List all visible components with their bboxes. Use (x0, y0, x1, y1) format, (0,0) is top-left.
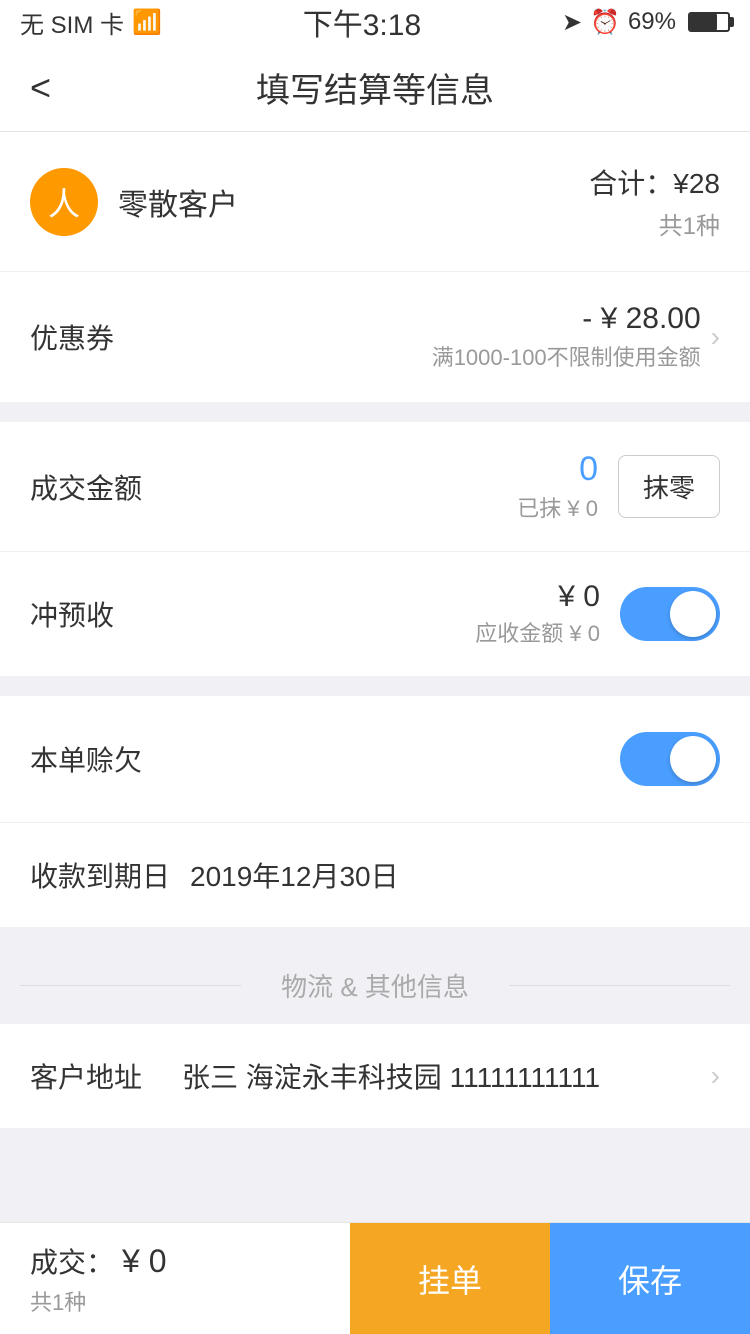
duedate-row: 收款到期日 2019年12月30日 (0, 822, 750, 927)
debt-card: 本单赊欠 收款到期日 2019年12月30日 (0, 696, 750, 927)
divider-line-left (20, 985, 241, 986)
customer-count: 共1种 (589, 206, 720, 241)
prepayment-label: 冲预收 (30, 594, 114, 634)
content: 人 零散客户 合计：¥28 共1种 优惠券 - ¥ 28.00 满1000-10… (0, 132, 750, 1268)
chevron-right-icon: › (711, 321, 720, 353)
prepayment-values: ¥ 0 应收金额 ¥ 0 (475, 580, 600, 648)
alarm-icon: ⏰ (590, 8, 620, 37)
customer-total: 合计：¥28 (589, 162, 720, 202)
battery-percent: 69% (628, 8, 676, 36)
customer-avatar: 人 (30, 168, 98, 236)
prepayment-sub: 应收金额 ¥ 0 (475, 616, 600, 648)
transaction-sub: 已抹 ¥ 0 (517, 491, 598, 523)
customer-row: 人 零散客户 合计：¥28 共1种 (0, 132, 750, 271)
status-bar: 无 SIM 卡 📶 下午3:18 ➤ ⏰ 69% (0, 0, 750, 44)
status-left: 无 SIM 卡 📶 (20, 5, 162, 40)
bottom-count: 共1种 (30, 1285, 320, 1317)
battery-icon (688, 12, 730, 32)
coupon-row[interactable]: 优惠券 - ¥ 28.00 满1000-100不限制使用金额 › (0, 271, 750, 402)
transaction-amount-row: 成交金额 0 已抹 ¥ 0 抹零 (0, 422, 750, 552)
transaction-label: 成交金额 (30, 467, 170, 507)
coupon-right: - ¥ 28.00 满1000-100不限制使用金额 › (432, 302, 720, 372)
transaction-card: 成交金额 0 已抹 ¥ 0 抹零 冲预收 ¥ 0 应收金额 ¥ 0 (0, 422, 750, 676)
debt-toggle[interactable] (620, 732, 720, 786)
address-row[interactable]: 客户地址 张三 海淀永丰科技园 11111111111 › (0, 1024, 750, 1128)
nav-bar: < 填写结算等信息 (0, 44, 750, 132)
address-card[interactable]: 客户地址 张三 海淀永丰科技园 11111111111 › (0, 1024, 750, 1128)
prepayment-toggle[interactable] (620, 587, 720, 641)
wifi-icon: 📶 (132, 8, 162, 37)
customer-left: 人 零散客户 (30, 168, 238, 236)
location-icon: ➤ (562, 8, 582, 37)
bottom-info: 成交： ¥ 0 共1种 (0, 1241, 350, 1317)
address-value: 张三 海淀永丰科技园 11111111111 (182, 1056, 671, 1096)
status-right: ➤ ⏰ 69% (562, 8, 730, 37)
bottom-bar: 成交： ¥ 0 共1种 挂单 保存 (0, 1222, 750, 1334)
logistics-label: 物流 & 其他信息 (281, 967, 469, 1004)
customer-right: 合计：¥28 共1种 (589, 162, 720, 241)
transaction-value: 0 (517, 450, 598, 489)
transaction-value-col: 0 已抹 ¥ 0 (517, 450, 598, 523)
coupon-label: 优惠券 (30, 317, 114, 357)
divider-line-right (509, 985, 730, 986)
pending-button[interactable]: 挂单 (350, 1223, 550, 1334)
deal-label: 成交： (30, 1241, 114, 1281)
address-chevron-icon: › (711, 1060, 720, 1092)
logistics-divider: 物流 & 其他信息 (0, 947, 750, 1024)
address-label: 客户地址 (30, 1056, 142, 1096)
round-zero-button[interactable]: 抹零 (618, 455, 720, 518)
toggle-knob (670, 591, 716, 637)
customer-card: 人 零散客户 合计：¥28 共1种 优惠券 - ¥ 28.00 满1000-10… (0, 132, 750, 402)
carrier-label: 无 SIM 卡 (20, 5, 124, 40)
duedate-value: 2019年12月30日 (190, 855, 399, 895)
prepayment-right: ¥ 0 应收金额 ¥ 0 (475, 580, 720, 648)
status-time: 下午3:18 (303, 0, 421, 44)
coupon-amount: - ¥ 28.00 (432, 302, 701, 336)
transaction-right: 0 已抹 ¥ 0 抹零 (517, 450, 720, 523)
duedate-label: 收款到期日 (30, 855, 170, 895)
coupon-desc: 满1000-100不限制使用金额 (432, 340, 701, 372)
prepayment-main: ¥ 0 (475, 580, 600, 614)
customer-name: 零散客户 (118, 180, 238, 224)
deal-amount: ¥ 0 (122, 1243, 166, 1280)
avatar-icon: 人 (48, 179, 80, 225)
save-button[interactable]: 保存 (550, 1223, 750, 1334)
bottom-deal: 成交： ¥ 0 (30, 1241, 320, 1281)
page-title: 填写结算等信息 (256, 63, 494, 112)
debt-label: 本单赊欠 (30, 739, 142, 779)
debt-row: 本单赊欠 (0, 696, 750, 822)
back-button[interactable]: < (30, 67, 51, 109)
prepayment-row: 冲预收 ¥ 0 应收金额 ¥ 0 (0, 552, 750, 676)
debt-toggle-knob (670, 736, 716, 782)
coupon-info: - ¥ 28.00 满1000-100不限制使用金额 (432, 302, 701, 372)
